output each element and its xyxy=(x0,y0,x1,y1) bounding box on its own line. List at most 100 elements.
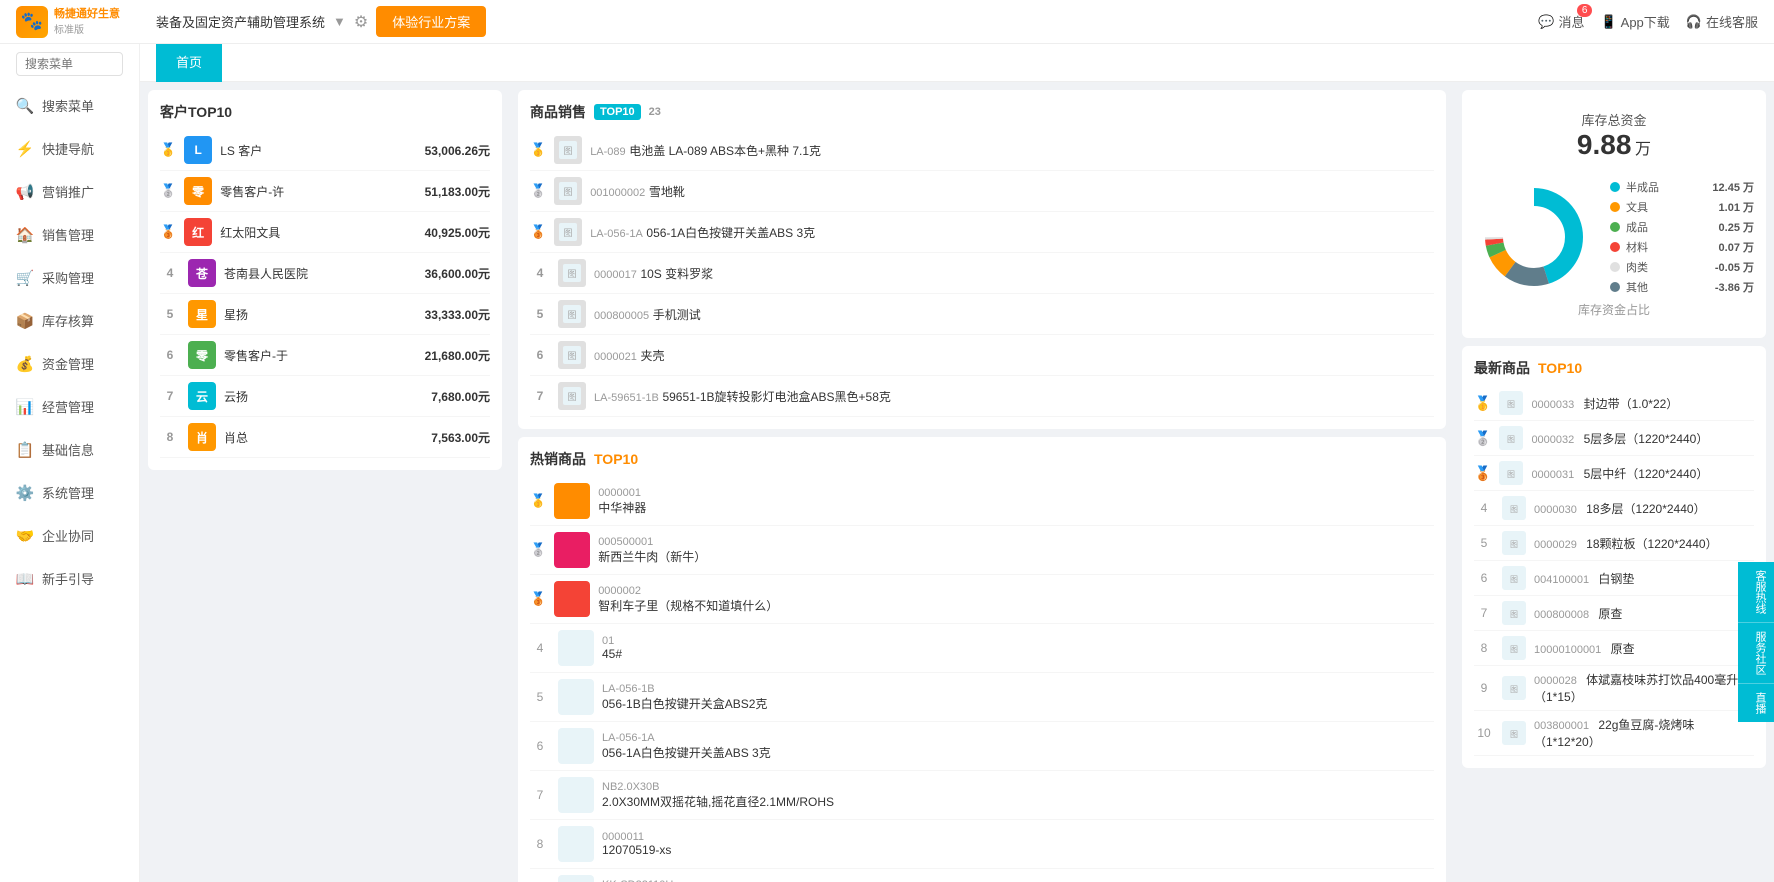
nav-icon: 📊 xyxy=(16,398,34,416)
rank-number: 4 xyxy=(530,266,550,280)
new-product-image: 图 xyxy=(1502,601,1526,625)
sidebar-item-库存核算[interactable]: 📦 库存核算 xyxy=(0,299,139,342)
product-image-placeholder: 图 xyxy=(558,300,586,328)
rank-number: 4 xyxy=(160,266,180,280)
svg-text:图: 图 xyxy=(1510,610,1518,619)
product-code: LA-089 xyxy=(590,146,625,158)
new-product-code: 0000029 xyxy=(1534,539,1577,551)
hot-product-code: KK-SD22110H xyxy=(602,879,758,882)
hot-product-code: 0000011 xyxy=(602,831,671,843)
message-badge: 6 xyxy=(1577,4,1593,17)
customer-name: 星扬 xyxy=(224,306,417,323)
customer-list-item: 🥈 零 零售客户-许 51,183.00元 xyxy=(160,171,490,212)
new-product-code: 0000028 xyxy=(1534,675,1577,687)
nav-label: 系统管理 xyxy=(42,483,94,502)
float-button[interactable]: 直播 xyxy=(1738,684,1774,722)
customer-list-item: 🥉 红 红太阳文具 40,925.00元 xyxy=(160,212,490,253)
messages-button[interactable]: 💬 消息 6 xyxy=(1538,12,1584,31)
new-product-image: 图 xyxy=(1499,461,1523,485)
hot-product-image-placeholder xyxy=(558,728,594,764)
new-product-info: 0000028 体斌嘉枝味苏打饮品400毫升（1*15） xyxy=(1534,671,1754,705)
sidebar-item-企业协同[interactable]: 🤝企业协同 xyxy=(0,514,139,557)
sidebar-item-经营管理[interactable]: 📊经营管理 xyxy=(0,385,139,428)
app-download-button[interactable]: 📱 App下载 xyxy=(1600,12,1669,31)
content-area: 首页 客户TOP10 🥇 L LS 客户 53,006.26元 🥈 零 零售客户… xyxy=(140,44,1774,882)
rank-number: 9 xyxy=(1474,681,1494,695)
hot-product-item: 🥉 0000002 智利车子里（规格不知道填什么） xyxy=(530,575,1434,624)
try-button[interactable]: 体验行业方案 xyxy=(376,6,486,37)
hot-products-list: 🥇 0000001 中华神器 🥈 000500001 新西兰牛肉（新牛） 🥉 0… xyxy=(530,477,1434,882)
dropdown-icon[interactable]: ▼ xyxy=(333,14,346,29)
search-nav-item[interactable] xyxy=(0,44,139,84)
tab-home[interactable]: 首页 xyxy=(156,44,222,82)
medal-gold-icon: 🥇 xyxy=(530,493,546,509)
sidebar-item-营销推广[interactable]: 📢营销推广 xyxy=(0,170,139,213)
customer-value: 51,183.00元 xyxy=(425,183,490,200)
nav-label: 库存核算 xyxy=(42,311,94,330)
customer-name: 肖总 xyxy=(224,429,423,446)
nav-icon: 📦 xyxy=(16,312,34,330)
medal-bronze-icon: 🥉 xyxy=(1474,465,1491,482)
hot-product-name: 45# xyxy=(602,647,622,661)
legend-color-dot xyxy=(1610,222,1620,232)
new-product-item: 🥈 图 0000032 5层多层（1220*2440） xyxy=(1474,421,1754,456)
sidebar-item-采购管理[interactable]: 🛒采购管理 xyxy=(0,256,139,299)
sidebar-item-搜索菜单[interactable]: 🔍搜索菜单 xyxy=(0,84,139,127)
online-service-button[interactable]: 🎧 在线客服 xyxy=(1686,12,1758,31)
sidebar: 🔍搜索菜单⚡快捷导航📢营销推广🏠销售管理🛒采购管理 📦 库存核算 💰资金管理📊经营管理… xyxy=(0,44,140,882)
rank-number: 8 xyxy=(530,837,550,851)
new-product-info: 0000029 18颗粒板（1220*2440） xyxy=(1534,535,1754,552)
hot-product-info: LA-056-1A 056-1A白色按键开关盖ABS 3克 xyxy=(602,732,771,761)
sidebar-item-资金管理[interactable]: 💰资金管理 xyxy=(0,342,139,385)
legend-color-dot xyxy=(1610,282,1620,292)
new-product-image: 图 xyxy=(1502,496,1526,520)
svg-text:图: 图 xyxy=(567,310,576,320)
hot-product-code: NB2.0X30B xyxy=(602,781,834,793)
hot-product-item: 9 KK-SD22110H 花语萌恒温分腿睡袋（厚款） xyxy=(530,869,1434,882)
search-menu-input[interactable] xyxy=(16,52,123,76)
product-sales-item: 6 图 0000021 夹壳 xyxy=(530,335,1434,376)
customer-avatar: 零 xyxy=(184,177,212,205)
sidebar-item-系统管理[interactable]: ⚙️系统管理 xyxy=(0,471,139,514)
gear-icon[interactable]: ⚙ xyxy=(354,12,368,32)
hot-product-item: 🥈 000500001 新西兰牛肉（新牛） xyxy=(530,526,1434,575)
nav-label: 采购管理 xyxy=(42,268,94,287)
rank-number: 5 xyxy=(530,690,550,704)
legend-name: 材料 xyxy=(1626,239,1713,255)
customer-name: 云扬 xyxy=(224,388,423,405)
hot-product-image xyxy=(554,483,590,519)
sidebar-item-新手引导[interactable]: 📖新手引导 xyxy=(0,557,139,600)
medal-silver-icon: 🥈 xyxy=(530,183,546,199)
customer-list-item: 6 零 零售客户-于 21,680.00元 xyxy=(160,335,490,376)
hot-product-code: 0000002 xyxy=(598,585,778,597)
new-product-item: 4 图 0000030 18多层（1220*2440） xyxy=(1474,491,1754,526)
product-info: LA-59651-1B 59651-1B旋转投影灯电池盒ABS黑色+58克 xyxy=(594,388,1434,405)
topbar-actions: 💬 消息 6 📱 App下载 🎧 在线客服 xyxy=(1538,12,1758,31)
hot-product-image-placeholder xyxy=(558,875,594,882)
nav-label: 搜索菜单 xyxy=(42,96,94,115)
hot-product-code: LA-056-1A xyxy=(602,732,771,744)
sidebar-item-销售管理[interactable]: 🏠销售管理 xyxy=(0,213,139,256)
customer-name: 苍南县人民医院 xyxy=(224,265,417,282)
new-product-info: 0000033 封边带（1.0*22） xyxy=(1531,395,1754,412)
new-products-card: 最新商品 TOP10 🥇 图 0000033 封边带（1.0*22） 🥈 图 0… xyxy=(1462,346,1766,768)
new-product-name: 5层中纤（1220*2440） xyxy=(1584,467,1709,481)
hot-product-info: 01 45# xyxy=(602,635,622,661)
float-button[interactable]: 客服热线 xyxy=(1738,562,1774,623)
app-label: App下载 xyxy=(1621,12,1670,31)
svg-text:图: 图 xyxy=(1510,540,1518,549)
legend-name: 肉类 xyxy=(1626,259,1709,275)
rank-number: 8 xyxy=(1474,641,1494,655)
svg-text:图: 图 xyxy=(567,269,576,279)
product-name: 雪地靴 xyxy=(649,185,685,199)
sidebar-item-基础信息[interactable]: 📋基础信息 xyxy=(0,428,139,471)
product-sales-item: 🥈 图 001000002 雪地靴 xyxy=(530,171,1434,212)
customer-value: 40,925.00元 xyxy=(425,224,490,241)
sidebar-item-快捷导航[interactable]: ⚡快捷导航 xyxy=(0,127,139,170)
svg-text:图: 图 xyxy=(1510,575,1518,584)
medal-bronze-icon: 🥉 xyxy=(530,224,546,240)
nav-label: 快捷导航 xyxy=(42,139,94,158)
legend-value: -3.86 万 xyxy=(1715,279,1754,295)
legend-item: 肉类 -0.05 万 xyxy=(1610,257,1754,277)
float-button[interactable]: 服务社区 xyxy=(1738,623,1774,684)
